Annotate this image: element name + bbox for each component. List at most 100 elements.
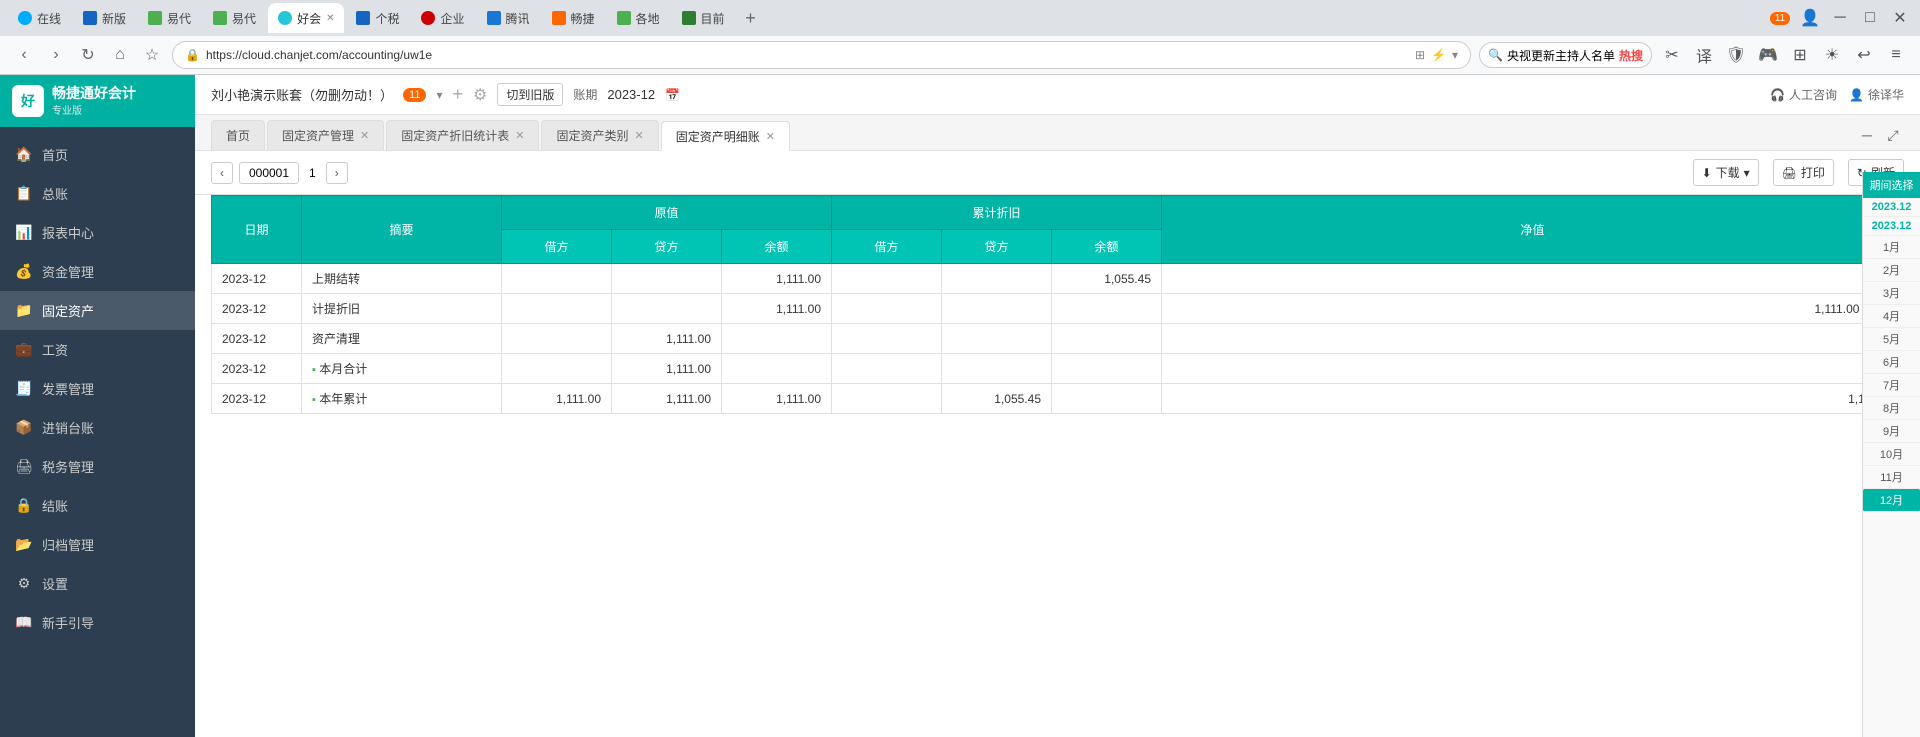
dropdown-icon[interactable]: ▾ — [1452, 48, 1458, 62]
cast-icon: ⚡ — [1431, 48, 1446, 62]
sun-icon[interactable]: ☀ — [1820, 43, 1844, 67]
user-info[interactable]: 👤 徐译华 — [1849, 86, 1904, 103]
close-tab-fa-mgmt[interactable]: ✕ — [360, 129, 369, 142]
cell-net-5: 1,111.00 — [1162, 384, 1904, 414]
period-month-4[interactable]: 4月 — [1863, 305, 1920, 328]
sidebar-item-funds[interactable]: 💰 资金管理 — [0, 252, 195, 291]
sidebar-item-closing[interactable]: 🔒 结账 — [0, 486, 195, 525]
url-box[interactable]: 🔒 https://cloud.chanjet.com/accounting/u… — [172, 41, 1471, 69]
panel-collapse-button[interactable]: ─ — [1856, 124, 1878, 146]
period-month-10[interactable]: 10月 — [1863, 443, 1920, 466]
header-accum-debit: 借方 — [832, 230, 942, 264]
sidebar-item-fixed-assets[interactable]: 📁 固定资产 — [0, 291, 195, 330]
sidebar-item-home[interactable]: 🏠 首页 — [0, 135, 195, 174]
menu-icon[interactable]: ≡ — [1884, 43, 1908, 67]
period-month-7[interactable]: 7月 — [1863, 374, 1920, 397]
content-tab-depreciation-stat[interactable]: 固定资产折旧统计表 ✕ — [386, 120, 539, 150]
reload-button[interactable]: ↻ — [76, 43, 100, 67]
period-month-12[interactable]: 12月 — [1863, 489, 1920, 512]
content-tab-fixed-asset-mgmt[interactable]: 固定资产管理 ✕ — [267, 120, 384, 150]
browser-tab-9[interactable]: 畅捷 — [542, 3, 605, 33]
browser-tab-8[interactable]: 腾讯 — [477, 3, 540, 33]
sidebar-item-invoice[interactable]: 🧾 发票管理 — [0, 369, 195, 408]
next-page-button[interactable]: › — [326, 162, 348, 184]
back-button[interactable]: ‹ — [12, 43, 36, 67]
sidebar-label-settings: 设置 — [42, 574, 68, 593]
period-month-2[interactable]: 2月 — [1863, 259, 1920, 282]
calendar-icon[interactable]: 📅 — [665, 88, 680, 102]
cell-accum-balance-2 — [1052, 294, 1162, 324]
period-month-1[interactable]: 1月 — [1863, 236, 1920, 259]
close-tab-fa-detail[interactable]: ✕ — [766, 130, 775, 143]
content-tab-fa-category[interactable]: 固定资产类别 ✕ — [541, 120, 658, 150]
dropdown-arrow[interactable]: ▾ — [436, 88, 442, 102]
sidebar-item-tax[interactable]: 🖨 税务管理 — [0, 447, 195, 486]
service-button[interactable]: 🎧 人工咨询 — [1770, 86, 1837, 103]
switch-version-button[interactable]: 切到旧版 — [497, 83, 563, 106]
close-tab-fa-cat[interactable]: ✕ — [635, 129, 644, 142]
tab-label-1: 在线 — [37, 10, 61, 27]
period-month-6[interactable]: 6月 — [1863, 351, 1920, 374]
cell-date-5: 2023-12 — [212, 384, 302, 414]
sidebar-item-guide[interactable]: 📖 新手引导 — [0, 603, 195, 642]
page-input[interactable] — [239, 162, 299, 184]
minimize-button[interactable]: ─ — [1828, 6, 1852, 30]
period-date-2[interactable]: 2023.12 — [1863, 217, 1920, 236]
tab-close-5[interactable]: ✕ — [326, 13, 334, 24]
header-net-value: 净值 — [1162, 196, 1904, 264]
game-icon[interactable]: 🎮 — [1756, 43, 1780, 67]
add-company-button[interactable]: + — [452, 84, 463, 105]
translate-icon[interactable]: 译 — [1692, 43, 1716, 67]
download-dropdown-icon[interactable]: ▾ — [1744, 166, 1750, 180]
print-button[interactable]: 🖨 打印 — [1773, 159, 1834, 186]
close-button[interactable]: ✕ — [1888, 6, 1912, 30]
content-tab-fa-detail[interactable]: 固定资产明细账 ✕ — [661, 121, 790, 151]
undo-icon[interactable]: ↩ — [1852, 43, 1876, 67]
sidebar-item-ledger[interactable]: 📋 总账 — [0, 174, 195, 213]
period-date-1[interactable]: 2023.12 — [1863, 198, 1920, 217]
shield-icon[interactable]: 🛡 — [1724, 43, 1748, 67]
period-month-8[interactable]: 8月 — [1863, 397, 1920, 420]
notification-icon[interactable]: 11 — [1768, 6, 1792, 30]
sidebar-item-archive[interactable]: 📂 归档管理 — [0, 525, 195, 564]
archive-icon: 📂 — [16, 537, 32, 553]
cell-orig-debit-3 — [502, 324, 612, 354]
browser-tab-1[interactable]: 在线 — [8, 3, 71, 33]
bookmark-button[interactable]: ☆ — [140, 43, 164, 67]
sidebar-item-payroll[interactable]: 💼 工资 — [0, 330, 195, 369]
browser-tab-2[interactable]: 新版 — [73, 3, 136, 33]
panel-expand-button[interactable]: ⤢ — [1882, 124, 1904, 146]
maximize-button[interactable]: □ — [1858, 6, 1882, 30]
close-tab-dep-stat[interactable]: ✕ — [515, 129, 524, 142]
grid-icon[interactable]: ⊞ — [1788, 43, 1812, 67]
new-tab-button[interactable]: + — [737, 4, 765, 32]
download-button[interactable]: ⬇ 下载 ▾ — [1693, 159, 1759, 186]
content-tab-home[interactable]: 首页 — [211, 120, 265, 150]
browser-tab-11[interactable]: 目前 — [672, 3, 735, 33]
period-month-9[interactable]: 9月 — [1863, 420, 1920, 443]
browser-tab-5[interactable]: 好会 ✕ — [268, 3, 344, 33]
forward-button[interactable]: › — [44, 43, 68, 67]
sidebar-item-settings[interactable]: ⚙ 设置 — [0, 564, 195, 603]
sidebar-item-inventory[interactable]: 📦 进销台账 — [0, 408, 195, 447]
period-month-3[interactable]: 3月 — [1863, 282, 1920, 305]
settings-button[interactable]: ⚙ — [473, 85, 487, 105]
user-label: 徐译华 — [1868, 86, 1904, 103]
scissors-icon[interactable]: ✂ — [1660, 43, 1684, 67]
sidebar-item-reports[interactable]: 📊 报表中心 — [0, 213, 195, 252]
search-icon: 🔍 — [1488, 48, 1503, 62]
browser-tab-3[interactable]: 易代 — [138, 3, 201, 33]
browser-tab-10[interactable]: 各地 — [607, 3, 670, 33]
browser-tab-4[interactable]: 易代 — [203, 3, 266, 33]
period-month-11[interactable]: 11月 — [1863, 466, 1920, 489]
prev-page-button[interactable]: ‹ — [211, 162, 233, 184]
profile-icon[interactable]: 👤 — [1798, 6, 1822, 30]
cell-accum-credit-3 — [942, 324, 1052, 354]
period-month-5[interactable]: 5月 — [1863, 328, 1920, 351]
cell-orig-debit-5: 1,111.00 — [502, 384, 612, 414]
sidebar-label-payroll: 工资 — [42, 340, 68, 359]
browser-tab-7[interactable]: 企业 — [411, 3, 474, 33]
search-box[interactable]: 🔍 央视更新主持人名单 热搜 — [1479, 42, 1652, 68]
browser-tab-6[interactable]: 个税 — [346, 3, 409, 33]
home-button[interactable]: ⌂ — [108, 43, 132, 67]
